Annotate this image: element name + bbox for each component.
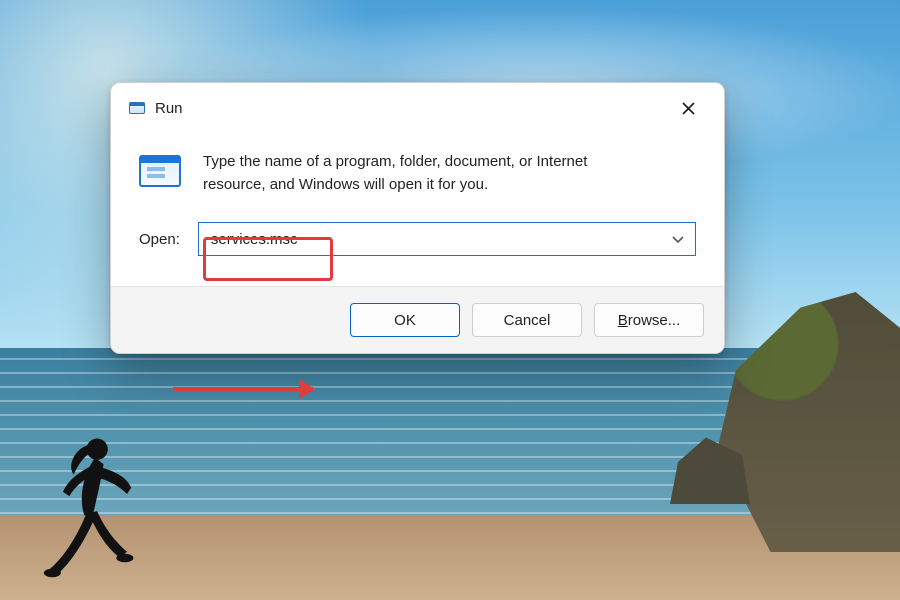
- browse-button-label: Browse...: [618, 312, 681, 329]
- dialog-footer: OK Cancel Browse...: [111, 286, 724, 353]
- run-dialog-icon: [129, 102, 145, 114]
- open-input[interactable]: [209, 230, 671, 249]
- run-dialog: Run Type the name of a program, folder, …: [110, 82, 725, 354]
- open-label: Open:: [139, 231, 180, 248]
- close-icon: [682, 102, 695, 115]
- ok-button[interactable]: OK: [350, 303, 460, 337]
- browse-button[interactable]: Browse...: [594, 303, 704, 337]
- chevron-down-icon[interactable]: [671, 232, 685, 246]
- cancel-button-label: Cancel: [504, 312, 551, 329]
- open-combobox[interactable]: [198, 222, 696, 256]
- cancel-button[interactable]: Cancel: [472, 303, 582, 337]
- ok-button-label: OK: [394, 312, 416, 329]
- window-title: Run: [155, 100, 183, 117]
- run-app-icon: [139, 155, 181, 187]
- dialog-description: Type the name of a program, folder, docu…: [203, 151, 633, 196]
- wallpaper-runner: [40, 430, 150, 590]
- titlebar[interactable]: Run: [111, 83, 724, 129]
- close-button[interactable]: [666, 93, 710, 123]
